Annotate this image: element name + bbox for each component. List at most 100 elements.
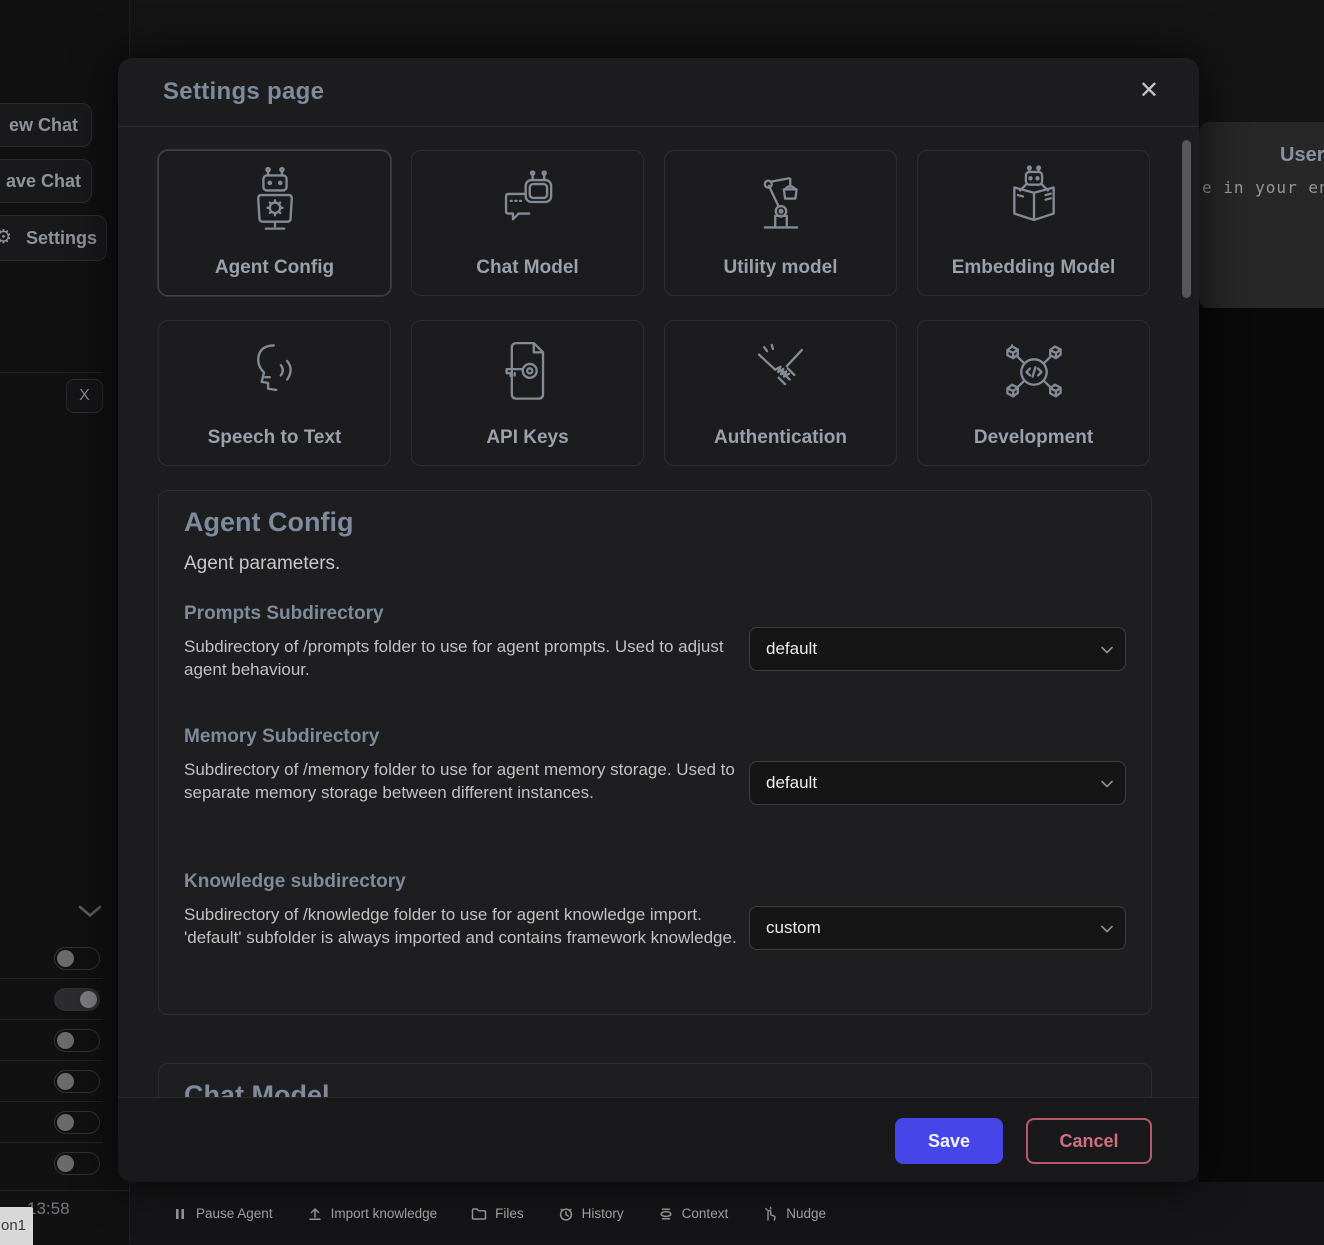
modal-title: Settings page (163, 78, 325, 105)
screen: User e in your en Pause Agent Import kno… (0, 0, 1324, 1245)
toggle-knob (57, 1155, 74, 1172)
card-speech-to-text[interactable]: Speech to Text (158, 320, 391, 466)
settings-nav-grid: Agent Config Chat Model Utility model Em… (158, 150, 1150, 466)
chat-background (1199, 308, 1324, 1182)
divider (0, 372, 103, 373)
card-authentication[interactable]: Authentication (664, 320, 897, 466)
clock-time: 13:58 (27, 1199, 70, 1218)
card-label: Development (973, 427, 1094, 448)
context-icon (658, 1206, 674, 1222)
save-button[interactable]: Save (895, 1118, 1003, 1164)
select-value: custom (766, 918, 821, 937)
speech-profile-icon (238, 335, 312, 414)
sidebar-toggle[interactable] (54, 1152, 100, 1175)
section-subtitle: Agent parameters. (184, 553, 341, 574)
gear-icon: ⚙ (0, 227, 13, 248)
history-button[interactable]: History (558, 1206, 624, 1222)
card-embedding-model[interactable]: Embedding Model (917, 150, 1150, 296)
sidebar-toggle[interactable] (54, 947, 100, 970)
sidebar-toggle[interactable] (54, 1029, 100, 1052)
settings-button[interactable]: ⚙ Settings (0, 215, 107, 261)
user-message-bubble: User e in your en (1199, 122, 1324, 308)
close-icon[interactable]: ✕ (1139, 76, 1159, 105)
modal-footer: Save Cancel (118, 1097, 1199, 1182)
files-label: Files (495, 1206, 524, 1221)
sidebar-toggle[interactable] (54, 1111, 100, 1134)
robot-arm-icon (744, 165, 818, 244)
cancel-button[interactable]: Cancel (1026, 1118, 1152, 1164)
memory-subdirectory-description: Subdirectory of /memory folder to use fo… (184, 760, 735, 802)
files-button[interactable]: Files (471, 1206, 524, 1222)
card-label: Utility model (723, 257, 838, 278)
toggle-knob (57, 950, 74, 967)
prompts-subdirectory-label: Prompts Subdirectory (184, 603, 384, 624)
divider (0, 978, 103, 979)
card-label: Chat Model (476, 257, 579, 278)
toggle-knob (57, 1032, 74, 1049)
card-chat-model[interactable]: Chat Model (411, 150, 644, 296)
section-title: Agent Config (184, 507, 354, 537)
card-agent-config[interactable]: Agent Config (158, 150, 391, 296)
card-label: Authentication (714, 427, 847, 448)
clock-icon (558, 1206, 574, 1222)
divider (0, 1190, 130, 1191)
history-label: History (581, 1206, 624, 1221)
chevron-down-icon (1101, 646, 1113, 654)
agent-config-section: Agent Config Agent parameters. Prompts S… (158, 490, 1152, 1015)
new-chat-button[interactable]: ew Chat (0, 103, 92, 147)
card-utility-model[interactable]: Utility model (664, 150, 897, 296)
new-chat-label: ew Chat (9, 115, 79, 135)
robot-book-icon (997, 165, 1071, 244)
save-chat-label: ave Chat (6, 171, 82, 191)
settings-label: Settings (26, 228, 98, 248)
status-tooltip: on1 (0, 1207, 33, 1245)
knowledge-subdirectory-select[interactable]: custom (749, 906, 1126, 950)
sidebar: ew Chat ave Chat ⚙ Settings X 13:58 on1 (0, 0, 130, 1245)
nudge-label: Nudge (786, 1206, 826, 1221)
section-title: Chat Model (184, 1080, 330, 1097)
toggle-knob (57, 1114, 74, 1131)
chevron-down-icon (1101, 780, 1113, 788)
divider (0, 1060, 103, 1061)
modal-body: Agent Config Chat Model Utility model Em… (118, 127, 1199, 1097)
import-knowledge-label: Import knowledge (330, 1206, 438, 1221)
chat-robot-icon (491, 165, 565, 244)
pause-agent-button[interactable]: Pause Agent (172, 1206, 273, 1222)
select-value: default (766, 773, 818, 792)
divider (0, 1019, 103, 1020)
chevron-down-icon[interactable] (78, 905, 102, 923)
card-label: Embedding Model (951, 257, 1116, 278)
sidebar-toggle[interactable] (54, 988, 100, 1011)
folder-icon (471, 1206, 487, 1222)
knowledge-subdirectory-description: Subdirectory of /knowledge folder to use… (184, 905, 737, 947)
card-label: API Keys (486, 427, 569, 448)
context-label: Context (681, 1206, 729, 1221)
prompts-subdirectory-select[interactable]: default (749, 627, 1126, 671)
pause-agent-label: Pause Agent (196, 1206, 273, 1221)
modal-scrollbar-thumb[interactable] (1182, 140, 1191, 298)
pause-icon (172, 1206, 188, 1222)
user-message-title: User (1280, 144, 1324, 166)
sidebar-toggle[interactable] (54, 1070, 100, 1093)
card-label: Speech to Text (207, 427, 342, 448)
card-label: Agent Config (214, 257, 335, 278)
chat-model-section: Chat Model (158, 1063, 1152, 1097)
close-panel-button[interactable]: X (66, 379, 103, 413)
save-chat-button[interactable]: ave Chat (0, 159, 92, 203)
nudge-button[interactable]: Nudge (762, 1206, 826, 1222)
context-button[interactable]: Context (658, 1206, 729, 1222)
memory-subdirectory-select[interactable]: default (749, 761, 1126, 805)
import-knowledge-button[interactable]: Import knowledge (307, 1206, 438, 1222)
select-value: default (766, 639, 818, 658)
code-network-icon (997, 335, 1071, 414)
user-message-text: e in your en (1202, 178, 1324, 197)
bottom-toolbar: Pause Agent Import knowledge Files Histo… (130, 1182, 1324, 1245)
handshake-icon (744, 335, 818, 414)
nudge-hand-icon (762, 1206, 778, 1222)
prompts-subdirectory-description: Subdirectory of /prompts folder to use f… (184, 637, 724, 679)
toggle-knob (80, 991, 97, 1008)
card-api-keys[interactable]: API Keys (411, 320, 644, 466)
modal-header: Settings page ✕ (118, 58, 1199, 127)
upload-icon (307, 1206, 323, 1222)
card-development[interactable]: Development (917, 320, 1150, 466)
